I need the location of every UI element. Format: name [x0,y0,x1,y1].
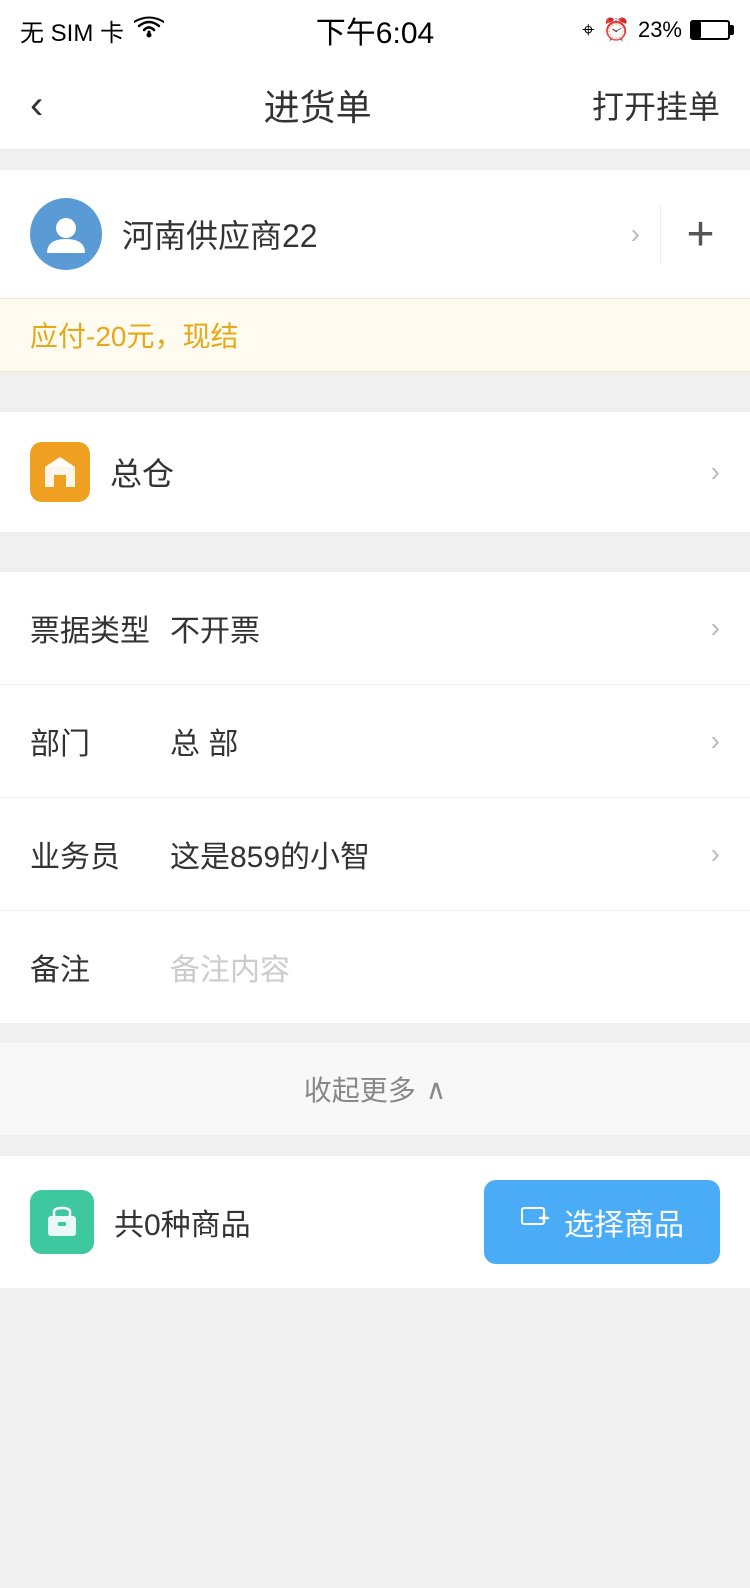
value-department: 总 部 [170,719,711,763]
label-salesperson: 业务员 [30,832,170,876]
select-product-icon [520,1202,552,1242]
section-gap-3 [0,532,750,552]
label-remark: 备注 [30,945,170,989]
value-salesperson: 这是859的小智 [170,832,711,876]
page-title: 进货单 [264,79,372,131]
form-row-salesperson[interactable]: 业务员 这是859的小智 › [0,798,750,911]
page-bottom-fill [0,1288,750,1588]
status-bar: 无 SIM 卡 下午6:04 ⌖ ⏰ 23% [0,0,750,60]
ticket-type-arrow-icon: › [711,612,720,644]
collapse-row[interactable]: 收起更多 ∧ [0,1043,750,1135]
wifi-icon [134,16,164,45]
warehouse-icon [30,442,90,502]
select-product-text: 选择商品 [564,1200,684,1244]
select-product-button[interactable]: 选择商品 [484,1180,720,1264]
label-department: 部门 [30,719,170,763]
notice-bar: 应付-20元，现结 [0,298,750,372]
status-right: ⌖ ⏰ 23% [582,17,730,43]
notice-text: 应付-20元，现结 [30,321,238,352]
salesperson-arrow-icon: › [711,838,720,870]
value-remark-placeholder: 备注内容 [170,945,720,989]
battery-text: 23% [638,17,682,43]
product-count-text: 共0种商品 [114,1200,484,1244]
section-gap-2 [0,372,750,392]
form-section: 票据类型 不开票 › 部门 总 部 › 业务员 这是859的小智 › 备注 备注… [0,572,750,1023]
location-icon: ⌖ [582,17,594,43]
battery-icon [690,20,730,40]
form-row-remark[interactable]: 备注 备注内容 [0,911,750,1023]
supplier-name: 河南供应商22 [122,211,631,257]
product-icon [30,1190,94,1254]
warehouse-row[interactable]: 总仓 › [0,412,750,532]
supplier-row[interactable]: 河南供应商22 › + [0,170,750,298]
collapse-text: 收起更多 [304,1069,416,1109]
label-ticket-type: 票据类型 [30,606,170,650]
warehouse-name: 总仓 [110,449,711,495]
supplier-section: 河南供应商22 › + 应付-20元，现结 [0,170,750,372]
value-ticket-type: 不开票 [170,606,711,650]
status-time: 下午6:04 [316,8,434,52]
section-gap-4 [0,1135,750,1155]
add-icon: + [686,207,714,262]
back-button[interactable]: ‹ [30,85,43,125]
section-gap-1 [0,150,750,170]
department-arrow-icon: › [711,725,720,757]
supplier-avatar [30,198,102,270]
form-row-department[interactable]: 部门 总 部 › [0,685,750,798]
supplier-add-button[interactable]: + [660,204,720,264]
open-pending-button[interactable]: 打开挂单 [592,82,720,128]
warehouse-arrow-icon: › [711,456,720,488]
form-row-ticket-type[interactable]: 票据类型 不开票 › [0,572,750,685]
carrier-text: 无 SIM 卡 [20,13,124,48]
supplier-arrow-icon: › [631,218,640,250]
status-left: 无 SIM 卡 [20,13,164,48]
nav-bar: ‹ 进货单 打开挂单 [0,60,750,150]
bottom-bar: 共0种商品 选择商品 [0,1155,750,1288]
alarm-icon: ⏰ [603,17,630,43]
collapse-icon: ∧ [426,1073,447,1106]
